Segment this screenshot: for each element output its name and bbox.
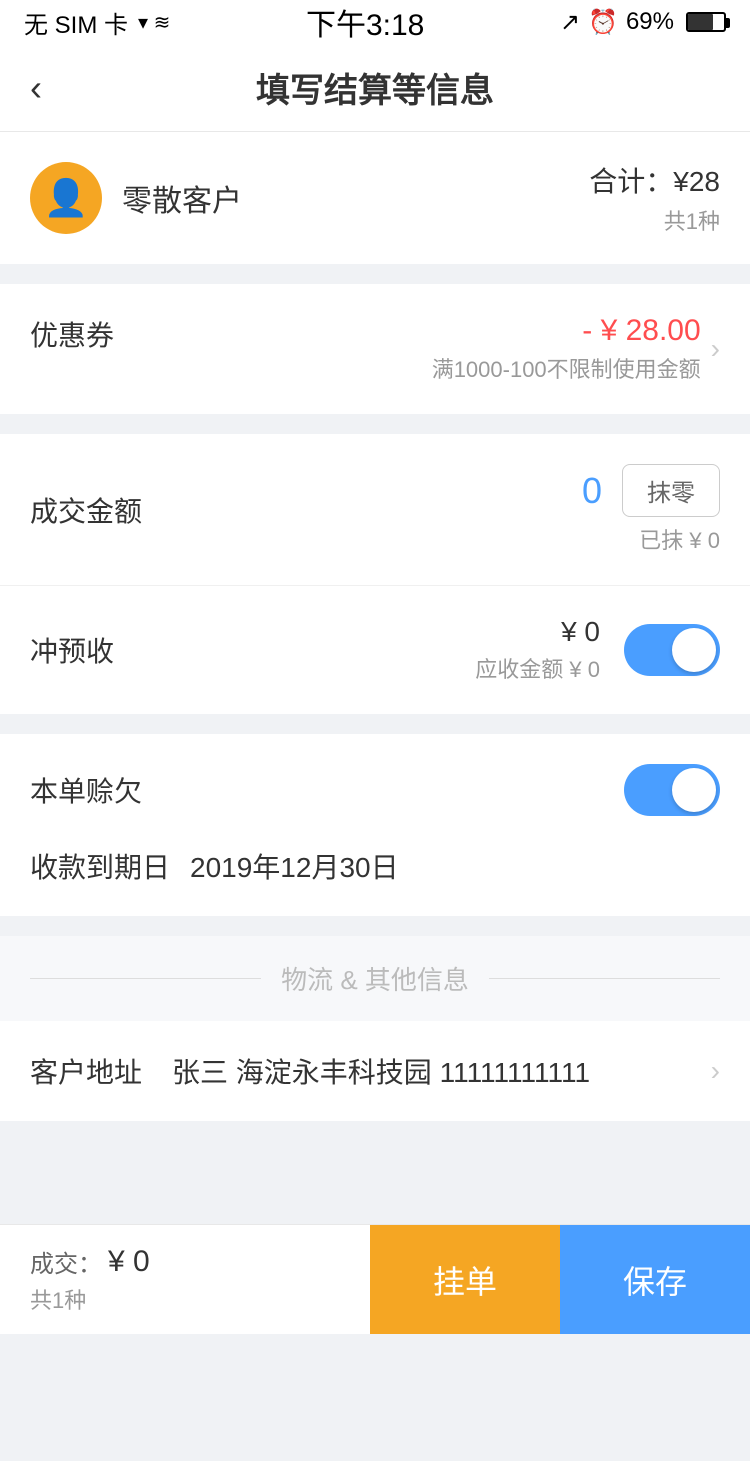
bottom-info: 成交： ¥ 0 共1种 — [0, 1225, 370, 1334]
alarm-icon: ⏰ — [588, 8, 618, 37]
status-bar: 无 SIM 卡 ▾ ≋ 下午3:18 ↗ ⏰ 69% — [0, 0, 750, 44]
back-button[interactable]: ‹ — [30, 67, 42, 109]
debt-toggle[interactable] — [624, 764, 720, 816]
coupon-discount: - ¥ 28.00 — [432, 314, 701, 348]
bottom-amount: ¥ 0 — [108, 1245, 150, 1279]
avatar: 👤 — [30, 162, 102, 234]
due-date-row: 收款到期日 2019年12月30日 — [0, 846, 750, 916]
coupon-section[interactable]: 优惠券 - ¥ 28.00 满1000-100不限制使用金额 › — [0, 284, 750, 414]
toggle-knob — [672, 628, 716, 672]
coupon-right: - ¥ 28.00 满1000-100不限制使用金额 › — [432, 314, 720, 384]
total-count: 共1种 — [589, 204, 720, 236]
carrier-text: 无 SIM 卡 — [24, 5, 128, 40]
customer-section: 👤 零散客户 合计：¥28 共1种 — [0, 132, 750, 264]
logistics-label: 物流 & 其他信息 — [261, 960, 489, 997]
coupon-value-area: - ¥ 28.00 满1000-100不限制使用金额 — [432, 314, 701, 384]
debt-section: 本单赊欠 收款到期日 2019年12月30日 — [0, 734, 750, 916]
bottom-bar: 成交： ¥ 0 共1种 挂单 保存 — [0, 1224, 750, 1334]
prepay-row: 冲预收 ¥ 0 应收金额 ¥ 0 — [0, 586, 750, 714]
avatar-icon: 👤 — [44, 177, 89, 219]
save-button[interactable]: 保存 — [560, 1225, 750, 1334]
debt-toggle-knob — [672, 768, 716, 812]
prepay-right: ¥ 0 应收金额 ¥ 0 — [475, 616, 720, 684]
divider-line-right — [489, 978, 720, 979]
page-title: 填写结算等信息 — [256, 63, 494, 112]
bottom-trans-line: 成交： ¥ 0 — [30, 1244, 340, 1279]
nav-bar: ‹ 填写结算等信息 — [0, 44, 750, 132]
coupon-label: 优惠券 — [30, 314, 114, 354]
total-amount: 合计：¥28 — [589, 160, 720, 200]
prepay-toggle[interactable] — [624, 624, 720, 676]
amount-row: 成交金额 0 抹零 已抹 ¥ 0 — [0, 434, 750, 586]
amount-sub: 已抹 ¥ 0 — [639, 523, 720, 555]
transaction-section: 成交金额 0 抹零 已抹 ¥ 0 冲预收 ¥ 0 应收金额 ¥ 0 — [0, 434, 750, 714]
round-button[interactable]: 抹零 — [622, 464, 720, 517]
prepay-sub: 应收金额 ¥ 0 — [475, 652, 600, 684]
customer-info: 👤 零散客户 — [30, 162, 242, 234]
status-right: ↗ ⏰ 69% — [560, 8, 726, 37]
amount-right: 0 抹零 已抹 ¥ 0 — [582, 464, 720, 555]
coupon-sub: 满1000-100不限制使用金额 — [432, 352, 701, 384]
status-time: 下午3:18 — [306, 0, 424, 44]
bottom-count: 共1种 — [30, 1283, 340, 1315]
customer-total: 合计：¥28 共1种 — [589, 160, 720, 236]
hold-button[interactable]: 挂单 — [370, 1225, 560, 1334]
wifi-icon: ▾ ≋ — [138, 10, 170, 35]
bottom-label: 成交： — [30, 1244, 102, 1279]
coupon-chevron: › — [711, 333, 720, 365]
amount-input-area: 0 抹零 — [582, 464, 720, 517]
address-chevron: › — [711, 1055, 720, 1087]
customer-name: 零散客户 — [122, 176, 242, 220]
debt-row: 本单赊欠 — [0, 734, 750, 846]
due-date-value[interactable]: 2019年12月30日 — [190, 846, 399, 886]
address-label: 客户地址 — [30, 1051, 142, 1091]
debt-label: 本单赊欠 — [30, 770, 142, 810]
address-row[interactable]: 客户地址 张三 海淀永丰科技园 11111111111 › — [0, 1021, 750, 1121]
location-icon: ↗ — [560, 8, 580, 37]
coupon-row: 优惠券 - ¥ 28.00 满1000-100不限制使用金额 › — [30, 314, 720, 384]
logistics-section: 物流 & 其他信息 客户地址 张三 海淀永丰科技园 11111111111 › — [0, 936, 750, 1121]
divider-line-left — [30, 978, 261, 979]
address-value: 张三 海淀永丰科技园 11111111111 — [172, 1051, 711, 1091]
amount-value[interactable]: 0 — [582, 470, 602, 512]
logistics-divider: 物流 & 其他信息 — [0, 936, 750, 1021]
prepay-value-area: ¥ 0 应收金额 ¥ 0 — [475, 616, 600, 684]
battery-icon — [686, 12, 726, 32]
battery-text: 69% — [626, 8, 674, 36]
prepay-label: 冲预收 — [30, 630, 114, 670]
due-date-label: 收款到期日 — [30, 846, 170, 886]
amount-label: 成交金额 — [30, 490, 142, 530]
status-left: 无 SIM 卡 ▾ ≋ — [24, 5, 170, 40]
prepay-value: ¥ 0 — [475, 616, 600, 648]
